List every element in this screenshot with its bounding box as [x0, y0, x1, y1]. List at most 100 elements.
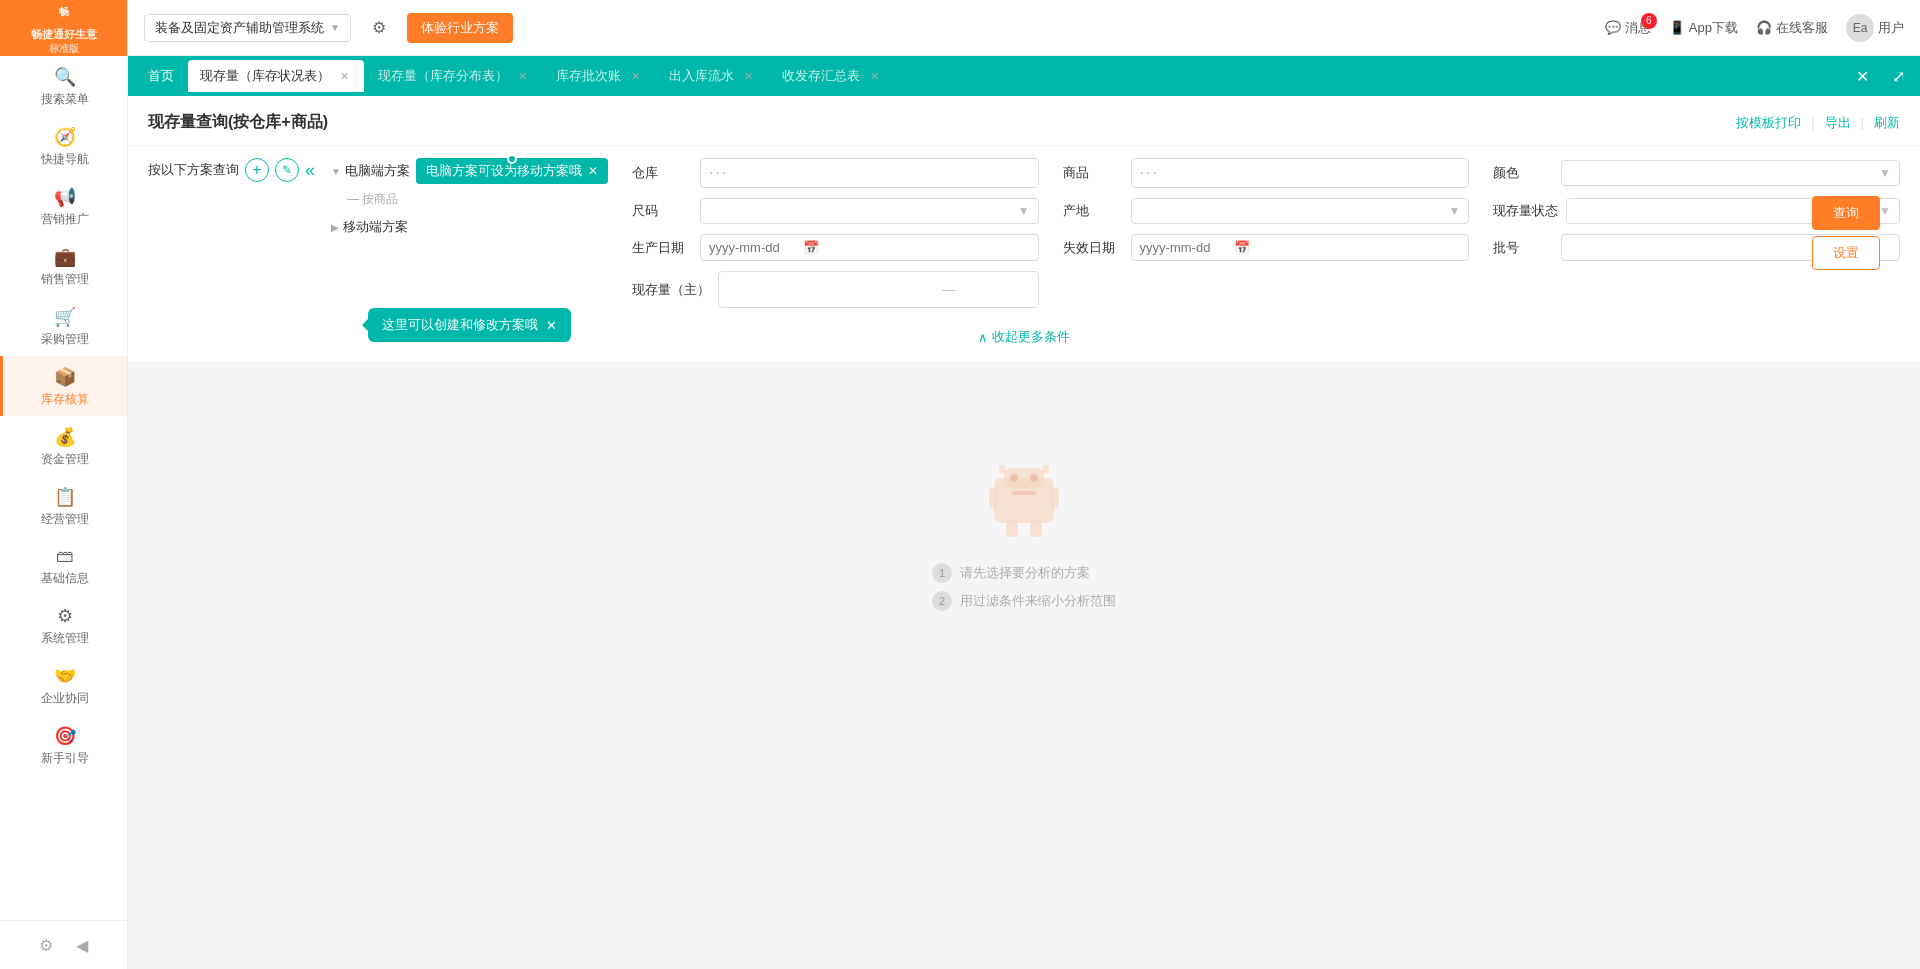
pc-scheme-item[interactable]: ▼ 电脑端方案	[331, 159, 410, 183]
origin-select[interactable]: ▼	[1131, 198, 1470, 224]
edit-scheme-btn[interactable]: ✎	[275, 158, 299, 182]
compass-icon: 🧭	[54, 126, 76, 148]
expire-date-start[interactable]	[1140, 240, 1230, 255]
tab-inventory-status[interactable]: 现存量（库存状况表） ✕	[188, 60, 364, 92]
tab-bar: 首页 现存量（库存状况表） ✕ 现存量（库存分布表） ✕ 库存批次账 ✕ 出入库…	[128, 56, 1920, 96]
sidebar-item-finance[interactable]: 💰 资金管理	[0, 416, 127, 476]
tab-inventory-dist[interactable]: 现存量（库存分布表） ✕	[366, 60, 542, 92]
sidebar-item-business[interactable]: 📋 经营管理	[0, 476, 127, 536]
sidebar-item-guide[interactable]: 🎯 新手引导	[0, 715, 127, 775]
empty-step-1: 1 请先选择要分析的方案	[932, 563, 1116, 583]
color-select[interactable]: ▼	[1561, 160, 1900, 186]
tab-close-icon[interactable]: ✕	[627, 68, 643, 84]
chevron-down-icon: ▼	[1879, 204, 1891, 218]
gear-settings-btn[interactable]: ⚙	[363, 12, 395, 44]
empty-step-2: 2 用过滤条件来缩小分析范围	[932, 591, 1116, 611]
sidebar-item-label: 营销推广	[41, 211, 89, 228]
app-download-label: App下载	[1689, 19, 1738, 37]
stock-main-max[interactable]	[960, 282, 1030, 297]
dots-icon: ···	[709, 164, 728, 182]
page-title: 现存量查询(按仓库+商品)	[148, 112, 328, 145]
sidebar-item-label: 经营管理	[41, 511, 89, 528]
dash-icon: — 按商品	[347, 191, 398, 208]
produce-date-input[interactable]: 📅	[700, 234, 1039, 261]
cart-icon: 🛒	[54, 306, 76, 328]
sidebar-item-quicknav[interactable]: 🧭 快捷导航	[0, 116, 127, 176]
user-label: 用户	[1878, 19, 1904, 37]
sidebar-item-inventory[interactable]: 📦 库存核算	[0, 356, 127, 416]
sidebar-item-basic[interactable]: 🗃 基础信息	[0, 536, 127, 595]
sidebar-item-marketing[interactable]: 📢 营销推广	[0, 176, 127, 236]
size-select[interactable]: ▼	[700, 198, 1039, 224]
online-service-btn[interactable]: 🎧 在线客服	[1756, 19, 1828, 37]
warehouse-select[interactable]: ···	[700, 158, 1039, 188]
refresh-btn[interactable]: 刷新	[1874, 114, 1900, 132]
message-badge: 6	[1641, 13, 1657, 29]
stock-main-range: —	[718, 271, 1039, 308]
tooltip-close-icon[interactable]: ✕	[546, 318, 557, 333]
calendar-icon[interactable]: 📅	[1234, 240, 1250, 255]
calendar-icon[interactable]: 📅	[803, 240, 819, 255]
tab-close-all-icon[interactable]: ✕	[1848, 62, 1876, 90]
add-scheme-btn[interactable]: +	[245, 158, 269, 182]
step-1-text: 请先选择要分析的方案	[960, 564, 1090, 582]
expire-date-input[interactable]: 📅	[1131, 234, 1470, 261]
tab-fullscreen-icon[interactable]: ⤢	[1884, 62, 1912, 90]
scheme-tag-close-icon[interactable]: ✕	[588, 164, 598, 178]
sidebar-item-system[interactable]: ⚙ 系统管理	[0, 595, 127, 655]
sidebar-item-label: 搜索菜单	[41, 91, 89, 108]
settings-btn[interactable]: ⚙	[30, 929, 62, 961]
sidebar-item-sales[interactable]: 💼 销售管理	[0, 236, 127, 296]
reset-btn[interactable]: 设置	[1812, 236, 1880, 270]
tab-collect-summary[interactable]: 收发存汇总表 ✕	[770, 60, 894, 92]
user-info[interactable]: Ea 用户	[1846, 14, 1904, 42]
tab-home[interactable]: 首页	[136, 60, 186, 92]
mobile-scheme-item[interactable]: ▶ 移动端方案	[331, 215, 608, 239]
filter-label: 按以下方案查询	[148, 161, 239, 179]
clipboard-icon: 📋	[54, 486, 76, 508]
tab-label: 现存量（库存状况表）	[200, 67, 330, 85]
svg-rect-7	[989, 488, 997, 508]
message-btn[interactable]: 💬 消息 6	[1605, 19, 1651, 37]
sidebar-item-company[interactable]: 🤝 企业协同	[0, 655, 127, 715]
svg-rect-12	[1043, 465, 1049, 473]
system-selector[interactable]: 装备及固定资产辅助管理系统 ▼	[144, 14, 351, 42]
goods-select[interactable]: ···	[1131, 158, 1470, 188]
svg-point-5	[1030, 474, 1038, 482]
system-name: 装备及固定资产辅助管理系统	[155, 19, 324, 37]
tab-label: 出入库流水	[669, 67, 734, 85]
svg-rect-9	[1006, 521, 1018, 537]
step-1-num: 1	[932, 563, 952, 583]
export-btn[interactable]: 导出	[1825, 114, 1851, 132]
back-scheme-btn[interactable]: «	[305, 160, 315, 181]
tab-inout-flow[interactable]: 出入库流水 ✕	[657, 60, 768, 92]
produce-date-start[interactable]	[709, 240, 799, 255]
tab-close-icon[interactable]: ✕	[740, 68, 756, 84]
logo-text: 畅捷通好生意	[31, 27, 97, 42]
empty-state: 1 请先选择要分析的方案 2 用过滤条件来缩小分析范围	[128, 363, 1920, 699]
box-icon: 📦	[54, 366, 76, 388]
svg-rect-6	[1012, 491, 1036, 495]
app-download-btn[interactable]: 📱 App下载	[1669, 19, 1738, 37]
tab-close-icon[interactable]: ✕	[866, 68, 882, 84]
sidebar-item-search[interactable]: 🔍 搜索菜单	[0, 56, 127, 116]
logo-sub: 标准版	[49, 42, 79, 56]
industry-btn[interactable]: 体验行业方案	[407, 13, 513, 43]
svg-text:畅: 畅	[59, 6, 69, 17]
tab-close-icon[interactable]: ✕	[514, 68, 530, 84]
search-buttons: 查询 设置	[1812, 196, 1880, 270]
top-header: 装备及固定资产辅助管理系统 ▼ ⚙ 体验行业方案 💬 消息 6 📱 App下载 …	[128, 0, 1920, 56]
chevron-down-icon: ▼	[1018, 204, 1030, 218]
scheme-label: 电脑端方案	[345, 162, 410, 180]
sub-scheme-item[interactable]: — 按商品	[347, 188, 608, 211]
stock-main-min[interactable]	[727, 277, 939, 302]
collapse-sidebar-btn[interactable]: ◀	[66, 929, 98, 961]
tab-home-label: 首页	[148, 67, 174, 85]
headset-icon: 🎧	[1756, 20, 1772, 35]
produce-date-label: 生产日期	[632, 239, 692, 257]
tab-close-icon[interactable]: ✕	[336, 68, 352, 84]
sidebar-item-purchase[interactable]: 🛒 采购管理	[0, 296, 127, 356]
print-btn[interactable]: 按模板打印	[1736, 114, 1801, 132]
search-btn[interactable]: 查询	[1812, 196, 1880, 230]
tab-batch-ledger[interactable]: 库存批次账 ✕	[544, 60, 655, 92]
